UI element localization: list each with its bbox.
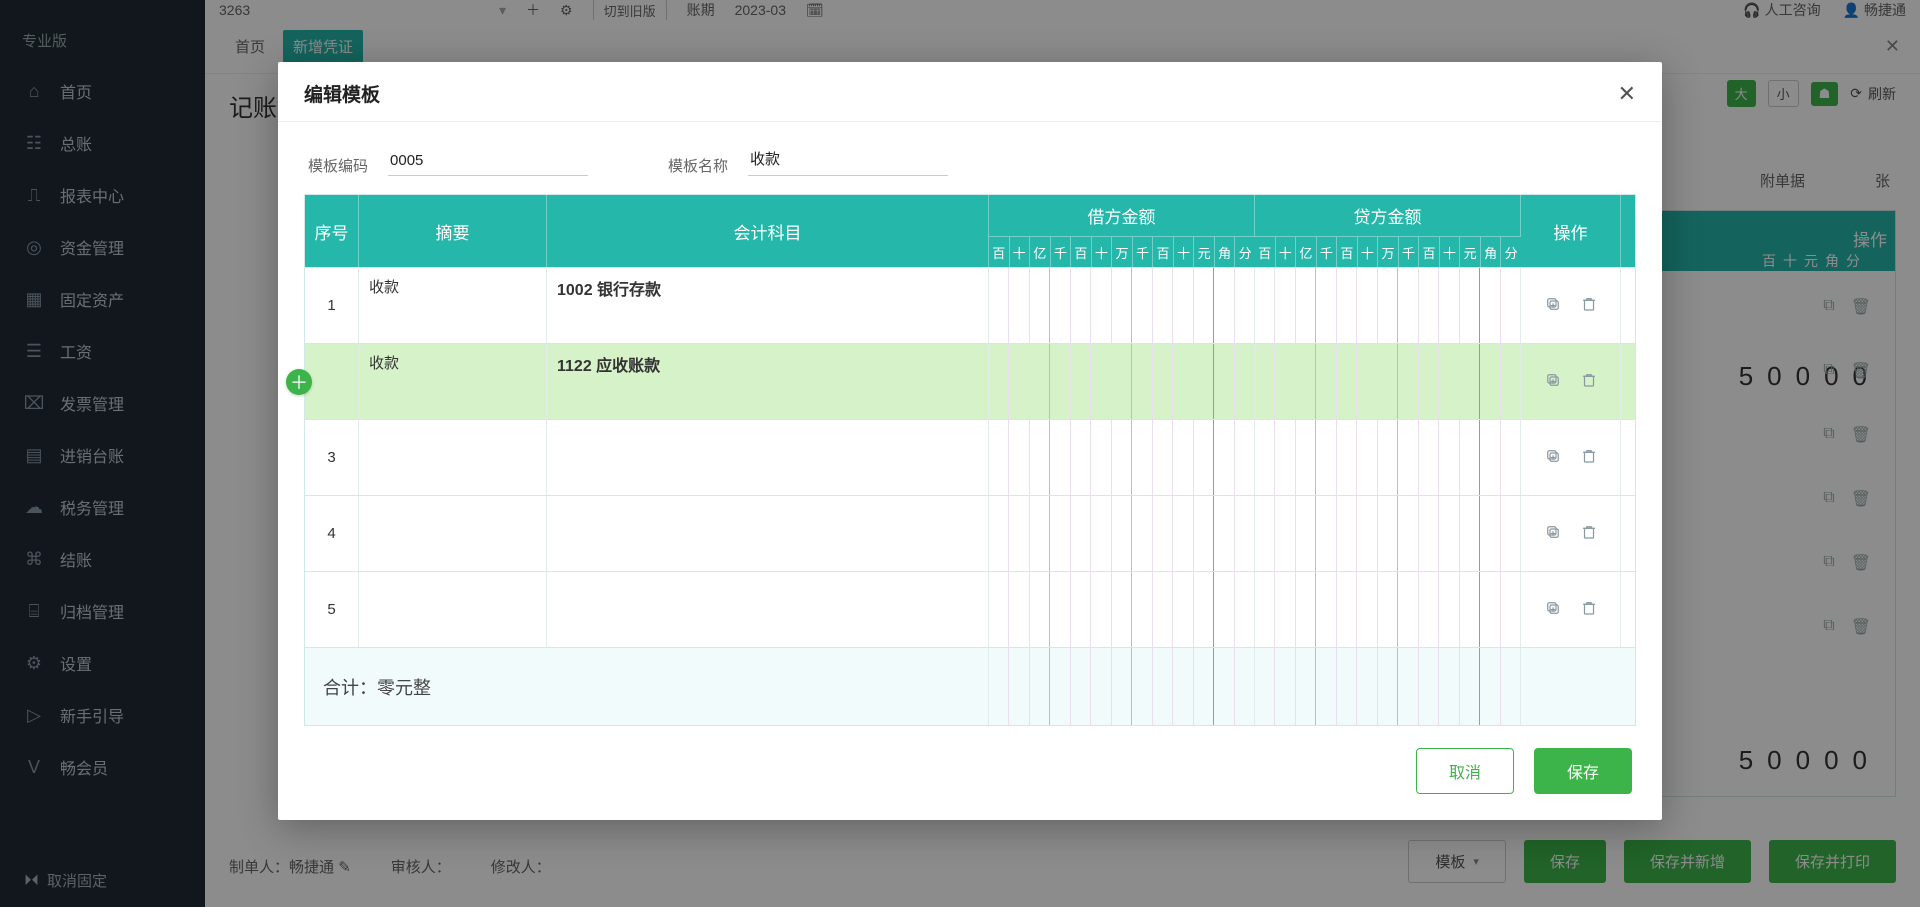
cell-row-ops <box>1521 572 1621 647</box>
cell-row-ops <box>1521 344 1621 419</box>
th-debit-digits: 百十亿千百十万千百十元角分 <box>989 237 1255 267</box>
cell-account[interactable] <box>547 420 989 495</box>
th-debit: 借方金额 <box>989 195 1255 237</box>
row-delete-icon[interactable] <box>1580 523 1598 545</box>
row-delete-icon[interactable] <box>1580 599 1598 621</box>
cell-seq: 1 <box>305 268 359 343</box>
cell-row-ops <box>1521 268 1621 343</box>
add-row-button[interactable]: ＋ <box>286 369 312 395</box>
cell-credit[interactable] <box>1255 572 1521 647</box>
th-account: 会计科目 <box>547 195 989 267</box>
cell-summary[interactable] <box>359 420 547 495</box>
cell-seq: 4 <box>305 496 359 571</box>
th-credit-digits: 百十亿千百十万千百十元角分 <box>1255 237 1521 267</box>
total-credit-grid <box>1255 648 1520 725</box>
cell-debit[interactable] <box>989 496 1255 571</box>
row-copy-icon[interactable] <box>1544 447 1562 469</box>
row-copy-icon[interactable] <box>1544 599 1562 621</box>
cell-summary[interactable] <box>359 572 547 647</box>
cell-credit[interactable] <box>1255 268 1521 343</box>
dialog-save-button[interactable]: 保存 <box>1534 748 1632 794</box>
cell-summary[interactable]: 收款 <box>359 268 547 343</box>
table-row[interactable]: 4 <box>305 495 1635 571</box>
cell-seq: 3 <box>305 420 359 495</box>
cell-account[interactable] <box>547 496 989 571</box>
row-delete-icon[interactable] <box>1580 447 1598 469</box>
template-code-label: 模板编码 <box>308 155 368 176</box>
table-rows: 1收款1002 银行存款＋收款1122 应收账款345 <box>305 267 1635 647</box>
cell-row-ops <box>1521 496 1621 571</box>
template-name-label: 模板名称 <box>668 155 728 176</box>
table-row[interactable]: ＋收款1122 应收账款 <box>305 343 1635 419</box>
row-copy-icon[interactable] <box>1544 295 1562 317</box>
cell-credit[interactable] <box>1255 344 1521 419</box>
row-copy-icon[interactable] <box>1544 523 1562 545</box>
template-code-input[interactable]: 0005 <box>388 148 588 176</box>
dialog-close-icon[interactable]: ✕ <box>1618 81 1636 107</box>
total-label: 合计： <box>323 674 377 700</box>
table-total-row: 合计：零元整 <box>305 647 1635 725</box>
table-row[interactable]: 5 <box>305 571 1635 647</box>
cell-account[interactable]: 1002 银行存款 <box>547 268 989 343</box>
cell-credit[interactable] <box>1255 496 1521 571</box>
cell-summary[interactable] <box>359 496 547 571</box>
cell-row-ops <box>1521 420 1621 495</box>
template-name-input[interactable]: 收款 <box>748 144 948 176</box>
th-ops: 操作 <box>1521 195 1621 267</box>
cell-credit[interactable] <box>1255 420 1521 495</box>
row-delete-icon[interactable] <box>1580 371 1598 393</box>
cell-debit[interactable] <box>989 268 1255 343</box>
cell-debit[interactable] <box>989 572 1255 647</box>
table-row[interactable]: 1收款1002 银行存款 <box>305 267 1635 343</box>
row-copy-icon[interactable] <box>1544 371 1562 393</box>
cancel-button[interactable]: 取消 <box>1416 748 1514 794</box>
cell-seq: 5 <box>305 572 359 647</box>
cell-account[interactable] <box>547 572 989 647</box>
row-delete-icon[interactable] <box>1580 295 1598 317</box>
cell-account[interactable]: 1122 应收账款 <box>547 344 989 419</box>
cell-seq: ＋ <box>305 344 359 419</box>
cell-summary[interactable]: 收款 <box>359 344 547 419</box>
cell-debit[interactable] <box>989 420 1255 495</box>
cell-debit[interactable] <box>989 344 1255 419</box>
dialog-title: 编辑模板 <box>304 80 380 107</box>
th-summary: 摘要 <box>359 195 547 267</box>
th-seq: 序号 <box>305 195 359 267</box>
th-credit: 贷方金额 <box>1255 195 1521 237</box>
total-text: 零元整 <box>377 674 431 700</box>
table-row[interactable]: 3 <box>305 419 1635 495</box>
edit-template-dialog: 编辑模板 ✕ 模板编码 0005 模板名称 收款 序号 摘要 会计科目 借方金额… <box>278 62 1662 820</box>
total-debit-grid <box>989 648 1254 725</box>
template-table: 序号 摘要 会计科目 借方金额 百十亿千百十万千百十元角分 贷方金额 百十亿千百… <box>304 194 1636 726</box>
